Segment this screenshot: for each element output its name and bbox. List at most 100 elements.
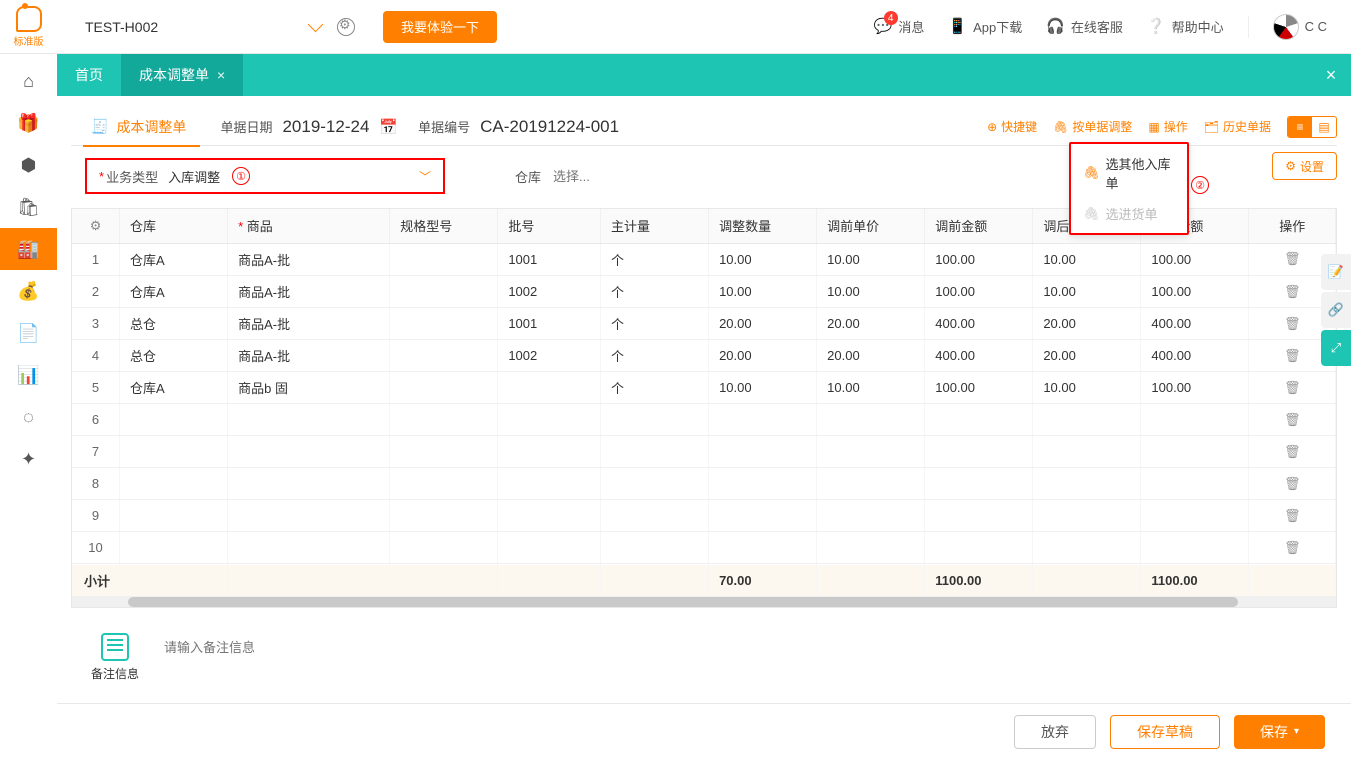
cell-pre-price[interactable]: 10.00 <box>817 372 925 404</box>
cell-pre-amt[interactable]: 400.00 <box>925 340 1033 372</box>
cell-post-amt[interactable]: 400.00 <box>1141 340 1249 372</box>
cell-batch[interactable]: 1002 <box>498 340 601 372</box>
cell-warehouse[interactable]: 总仓 <box>120 308 228 340</box>
cell-post-amt[interactable] <box>1141 500 1249 532</box>
gear-icon[interactable] <box>337 18 355 36</box>
cell-spec[interactable] <box>390 404 498 436</box>
delete-row-button[interactable]: 🗑 <box>1249 372 1336 404</box>
cell-pre-amt[interactable]: 100.00 <box>925 244 1033 276</box>
horizontal-scrollbar[interactable] <box>72 597 1336 607</box>
cell-qty[interactable]: 20.00 <box>709 340 817 372</box>
cell-product[interactable] <box>228 500 390 532</box>
cell-unit[interactable] <box>601 532 709 564</box>
close-icon[interactable]: × <box>217 67 225 83</box>
cell-product[interactable] <box>228 404 390 436</box>
cell-product[interactable] <box>228 468 390 500</box>
tool-byorder[interactable]: 🖇按单据调整 <box>1053 118 1132 135</box>
cell-pre-price[interactable]: 20.00 <box>817 340 925 372</box>
cell-spec[interactable] <box>390 308 498 340</box>
table-row[interactable]: 7🗑 <box>72 436 1336 468</box>
cell-qty[interactable] <box>709 468 817 500</box>
user-menu[interactable]: C C <box>1273 14 1327 40</box>
tabsbar-close[interactable]: × <box>1311 54 1351 96</box>
cell-spec[interactable] <box>390 500 498 532</box>
cell-product[interactable] <box>228 532 390 564</box>
cell-post-price[interactable] <box>1033 532 1141 564</box>
col-batch[interactable]: 批号 <box>498 209 601 243</box>
cell-pre-amt[interactable]: 400.00 <box>925 308 1033 340</box>
cell-warehouse[interactable]: 仓库A <box>120 276 228 308</box>
cell-spec[interactable] <box>390 340 498 372</box>
cell-batch[interactable] <box>498 436 601 468</box>
delete-row-button[interactable]: 🗑 <box>1249 468 1336 500</box>
cell-pre-price[interactable]: 20.00 <box>817 308 925 340</box>
remark-textarea[interactable] <box>158 623 1336 693</box>
cell-unit[interactable] <box>601 436 709 468</box>
table-row[interactable]: 1仓库A商品A-批1001个10.0010.00100.0010.00100.0… <box>72 244 1336 276</box>
cell-batch[interactable]: 1001 <box>498 308 601 340</box>
cell-post-price[interactable]: 20.00 <box>1033 308 1141 340</box>
cell-product[interactable]: 商品A-批 <box>228 244 390 276</box>
cell-qty[interactable] <box>709 500 817 532</box>
cell-post-price[interactable] <box>1033 500 1141 532</box>
table-row[interactable]: 10🗑 <box>72 532 1336 564</box>
cell-batch[interactable] <box>498 532 601 564</box>
nav-money[interactable]: 💰 <box>0 270 57 312</box>
cell-post-price[interactable]: 10.00 <box>1033 244 1141 276</box>
cell-qty[interactable]: 10.00 <box>709 372 817 404</box>
cell-post-price[interactable] <box>1033 436 1141 468</box>
cell-product[interactable]: 商品A-批 <box>228 308 390 340</box>
nav-home[interactable]: ⌂ <box>0 60 57 102</box>
table-row[interactable]: 6🗑 <box>72 404 1336 436</box>
cell-spec[interactable] <box>390 276 498 308</box>
nav-doc[interactable]: 📄 <box>0 312 57 354</box>
app-logo[interactable]: 标准版 <box>0 0 57 54</box>
nav-bag[interactable]: 🛍 <box>0 186 57 228</box>
cell-unit[interactable]: 个 <box>601 340 709 372</box>
cell-spec[interactable] <box>390 468 498 500</box>
nav-new[interactable]: ✦ <box>0 438 57 480</box>
calendar-icon[interactable]: 📅 <box>379 118 398 136</box>
save-draft-button[interactable]: 保存草稿 <box>1110 715 1220 749</box>
cell-unit[interactable] <box>601 468 709 500</box>
cell-pre-amt[interactable]: 100.00 <box>925 372 1033 404</box>
col-pre-price[interactable]: 调前单价 <box>817 209 925 243</box>
cell-batch[interactable] <box>498 372 601 404</box>
cell-post-price[interactable] <box>1033 468 1141 500</box>
table-row[interactable]: 9🗑 <box>72 500 1336 532</box>
warehouse-select[interactable]: 仓库 <box>515 158 751 194</box>
nav-warehouse[interactable]: 🏭 <box>0 228 57 270</box>
cell-post-amt[interactable]: 100.00 <box>1141 276 1249 308</box>
delete-row-button[interactable]: 🗑 <box>1249 500 1336 532</box>
cell-unit[interactable]: 个 <box>601 244 709 276</box>
tab-cost-adjust[interactable]: 成本调整单 × <box>121 54 243 96</box>
cell-product[interactable]: 商品A-批 <box>228 340 390 372</box>
col-pre-amt[interactable]: 调前金额 <box>925 209 1033 243</box>
table-row[interactable]: 8🗑 <box>72 468 1336 500</box>
delete-row-button[interactable]: 🗑 <box>1249 404 1336 436</box>
cell-unit[interactable]: 个 <box>601 308 709 340</box>
cell-batch[interactable] <box>498 468 601 500</box>
list-view-icon[interactable]: ≡ <box>1288 117 1312 137</box>
table-row[interactable]: 2仓库A商品A-批1002个10.0010.00100.0010.00100.0… <box>72 276 1336 308</box>
cell-pre-price[interactable] <box>817 436 925 468</box>
cell-spec[interactable] <box>390 436 498 468</box>
cell-warehouse[interactable] <box>120 468 228 500</box>
messages[interactable]: 💬 消息 4 <box>874 17 925 36</box>
cell-pre-amt[interactable] <box>925 532 1033 564</box>
nav-house[interactable]: ⬢ <box>0 144 57 186</box>
cell-post-amt[interactable] <box>1141 532 1249 564</box>
cell-post-price[interactable] <box>1033 404 1141 436</box>
cell-warehouse[interactable]: 仓库A <box>120 372 228 404</box>
cell-post-amt[interactable] <box>1141 468 1249 500</box>
table-row[interactable]: 3总仓商品A-批1001个20.0020.00400.0020.00400.00… <box>72 308 1336 340</box>
cell-warehouse[interactable] <box>120 532 228 564</box>
cell-spec[interactable] <box>390 372 498 404</box>
rightbar-note[interactable]: 📝 <box>1321 254 1351 290</box>
cell-qty[interactable] <box>709 532 817 564</box>
cell-post-amt[interactable]: 100.00 <box>1141 372 1249 404</box>
cell-post-amt[interactable]: 100.00 <box>1141 244 1249 276</box>
cell-post-amt[interactable] <box>1141 404 1249 436</box>
nav-gift[interactable]: 🎁 <box>0 102 57 144</box>
doc-title-tab[interactable]: 🧾 成本调整单 <box>83 108 200 146</box>
